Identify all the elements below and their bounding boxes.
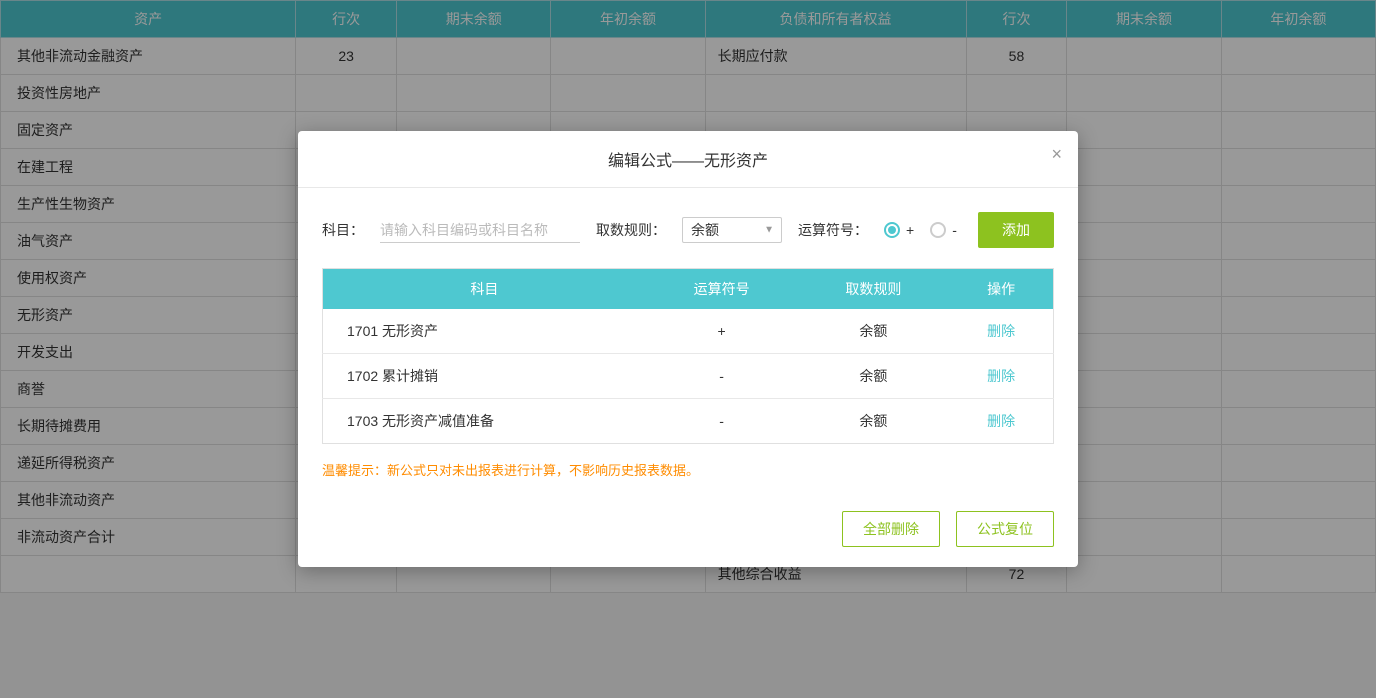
delete-row-button[interactable]: 删除 [987,366,1015,386]
formula-rule-cell: 余额 [797,354,949,399]
formula-operator-cell: + [646,309,798,354]
formula-subject-cell: 1703 无形资产减值准备 [323,399,646,444]
notice-text: 温馨提示：新公式只对未出报表进行计算，不影响历史报表数据。 [322,444,1054,487]
formula-subject-cell: 1701 无形资产 [323,309,646,354]
delete-row-button[interactable]: 删除 [987,411,1015,431]
form-row: 科目： 取数规则： 余额 运算符号： + - [322,212,1054,248]
formula-action-cell[interactable]: 删除 [949,399,1053,444]
operator-minus-radio-circle [930,222,946,238]
formula-subject-cell: 1702 累计摊销 [323,354,646,399]
formula-operator-cell: - [646,354,798,399]
operator-plus-label: + [906,222,914,238]
modal-overlay: 编辑公式——无形资产 × 科目： 取数规则： 余额 运算符号： [0,0,1376,698]
modal-close-button[interactable]: × [1051,145,1062,163]
table-header-operator: 运算符号 [646,269,798,310]
table-header-action: 操作 [949,269,1053,310]
delete-all-button[interactable]: 全部删除 [842,511,940,547]
table-row: 1701 无形资产+余额 删除 [323,309,1054,354]
table-row: 1703 无形资产减值准备-余额 删除 [323,399,1054,444]
formula-operator-cell: - [646,399,798,444]
formula-action-cell[interactable]: 删除 [949,354,1053,399]
formula-reset-button[interactable]: 公式复位 [956,511,1054,547]
operator-plus-radio-circle [884,222,900,238]
modal-footer: 全部删除 公式复位 [298,503,1078,567]
modal-body: 科目： 取数规则： 余额 运算符号： + - [298,188,1078,503]
operator-minus-radio[interactable]: - [930,222,957,238]
subject-label: 科目： [322,220,364,240]
table-row: 1702 累计摊销-余额 删除 [323,354,1054,399]
add-button[interactable]: 添加 [978,212,1054,248]
operator-plus-radio[interactable]: + [884,222,914,238]
subject-input[interactable] [380,218,580,243]
table-header-subject: 科目 [323,269,646,310]
operator-radio-group: + - [884,222,957,238]
delete-row-button[interactable]: 删除 [987,321,1015,341]
operator-minus-label: - [952,222,957,238]
formula-table: 科目 运算符号 取数规则 操作 1701 无形资产+余额删除1702 累计摊销-… [322,268,1054,444]
table-header-rule: 取数规则 [797,269,949,310]
operator-label: 运算符号： [798,220,868,240]
rule-label: 取数规则： [596,220,666,240]
formula-rule-cell: 余额 [797,399,949,444]
modal-header: 编辑公式——无形资产 × [298,131,1078,188]
modal-title: 编辑公式——无形资产 [608,153,768,170]
modal-dialog: 编辑公式——无形资产 × 科目： 取数规则： 余额 运算符号： [298,131,1078,567]
formula-rule-cell: 余额 [797,309,949,354]
rule-select[interactable]: 余额 [682,217,782,243]
formula-action-cell[interactable]: 删除 [949,309,1053,354]
rule-select-wrapper[interactable]: 余额 [682,217,782,243]
